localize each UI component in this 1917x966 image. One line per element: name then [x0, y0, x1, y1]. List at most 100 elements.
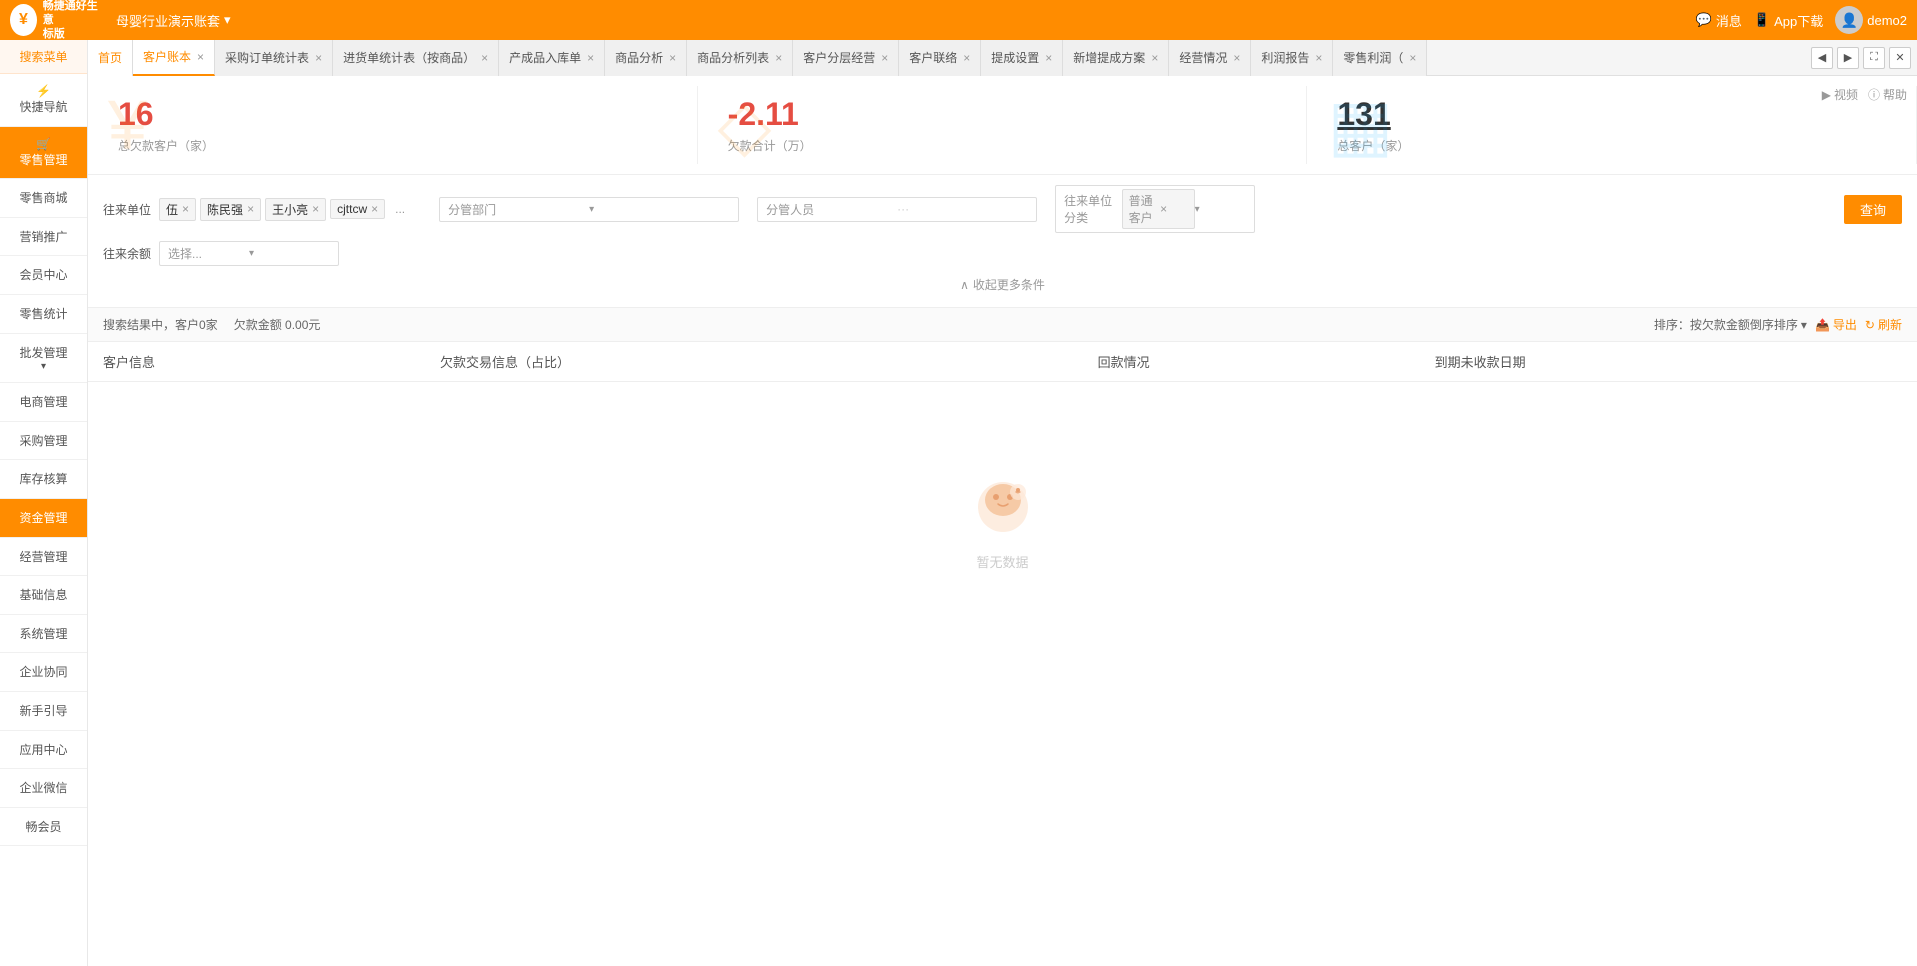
sidebar-item-label: 基础信息 — [19, 588, 67, 604]
sidebar-item-basic-info[interactable]: 基础信息 — [0, 576, 87, 615]
tab-label: 采购订单统计表 — [225, 49, 309, 66]
tab-customer-segment[interactable]: 客户分层经营 × — [793, 40, 899, 76]
help-label: 帮助 — [1883, 86, 1907, 103]
col-repayment: 回款情况 — [1083, 342, 1420, 382]
tab-close-icon[interactable]: × — [1409, 51, 1416, 65]
sidebar-item-system-mgmt[interactable]: 系统管理 — [0, 615, 87, 654]
tab-close-icon[interactable]: × — [669, 51, 676, 65]
app-download-button[interactable]: 📱 App下载 — [1754, 11, 1823, 30]
app-container: ¥ 畅捷通好生意 标版 母婴行业演示账套 ▾ 💬 消息 📱 App下载 — [0, 0, 1917, 966]
unit-tag-cjttcw-remove[interactable]: × — [371, 202, 378, 216]
tab-label: 产成品入库单 — [509, 49, 581, 66]
sidebar-item-label: 新手引导 — [19, 704, 67, 720]
more-tags-button[interactable]: ... — [389, 200, 411, 218]
refresh-button[interactable]: ↻ 刷新 — [1865, 316, 1902, 333]
tab-scroll-right[interactable]: ▶ — [1837, 47, 1859, 69]
sidebar-item-new-guide[interactable]: 新手引导 — [0, 692, 87, 731]
refresh-label: 刷新 — [1878, 316, 1902, 333]
user-menu[interactable]: 👤 demo2 — [1835, 6, 1907, 34]
sidebar-item-purchase[interactable]: 采购管理 — [0, 422, 87, 461]
tab-close-icon[interactable]: × — [1233, 51, 1240, 65]
export-button[interactable]: 📤 导出 — [1815, 316, 1857, 333]
tab-close-icon[interactable]: × — [481, 51, 488, 65]
sidebar-item-marketing[interactable]: 营销推广 — [0, 218, 87, 257]
tab-inbound-stats[interactable]: 进货单统计表（按商品） × — [333, 40, 499, 76]
sidebar-item-label: 采购管理 — [19, 434, 67, 450]
unit-category-select[interactable]: 往来单位分类 普通客户 × ▾ — [1055, 185, 1255, 233]
sort-selector[interactable]: 排序：按欠款金额倒序排序 ▾ — [1654, 316, 1807, 333]
sidebar-item-wholesale-mgmt[interactable]: 批发管理 ▾ — [0, 334, 87, 384]
tab-profit-report[interactable]: 利润报告 × — [1251, 40, 1333, 76]
tab-retail-profit[interactable]: 零售利润（ × — [1333, 40, 1427, 76]
video-help-button[interactable]: ▶ 视频 — [1822, 86, 1858, 103]
tab-product-analysis-list[interactable]: 商品分析列表 × — [687, 40, 793, 76]
sidebar-item-label: 营销推广 — [19, 230, 67, 246]
tab-promotion-settings[interactable]: 提成设置 × — [981, 40, 1063, 76]
search-button[interactable]: 查询 — [1844, 195, 1902, 224]
balance-select[interactable]: 选择... ▾ — [159, 241, 339, 266]
sidebar-item-app-center[interactable]: 应用中心 — [0, 731, 87, 770]
top-bar: ¥ 畅捷通好生意 标版 母婴行业演示账套 ▾ 💬 消息 📱 App下载 — [0, 0, 1917, 40]
tab-customer-accounts[interactable]: 客户账本 × — [133, 40, 215, 76]
tab-close-icon[interactable]: × — [315, 51, 322, 65]
tab-production-inbound[interactable]: 产成品入库单 × — [499, 40, 605, 76]
sidebar-item-quick-nav[interactable]: ⚡ 快捷导航 — [0, 74, 87, 127]
tab-new-promotion[interactable]: 新增提成方案 × — [1063, 40, 1169, 76]
sidebar-item-retail-mall[interactable]: 零售商城 — [0, 179, 87, 218]
sidebar-item-label: 企业微信 — [19, 781, 67, 797]
tab-scroll-left[interactable]: ◀ — [1811, 47, 1833, 69]
unit-category-label: 往来单位分类 — [1064, 192, 1115, 226]
department-select[interactable]: 分管部门 ▾ — [439, 197, 739, 222]
message-button[interactable]: 💬 消息 — [1696, 11, 1742, 30]
balance-select-placeholder: 选择... — [168, 245, 249, 262]
unit-tag-wu-remove[interactable]: × — [182, 202, 189, 216]
tab-product-analysis[interactable]: 商品分析 × — [605, 40, 687, 76]
sidebar-item-ecommerce[interactable]: 电商管理 — [0, 383, 87, 422]
help-button[interactable]: ⓘ 帮助 — [1868, 86, 1907, 103]
sidebar-item-label: 快捷导航 — [19, 100, 67, 116]
sidebar-item-inventory[interactable]: 库存核算 — [0, 460, 87, 499]
tab-close-icon[interactable]: × — [963, 51, 970, 65]
tab-purchase-orders[interactable]: 采购订单统计表 × — [215, 40, 333, 76]
workspace-selector[interactable]: 母婴行业演示账套 ▾ — [108, 7, 243, 34]
tab-close-all[interactable]: ✕ — [1889, 47, 1911, 69]
sidebar-search-label[interactable]: 搜索菜单 — [6, 48, 81, 65]
sidebar-item-label: 电商管理 — [19, 395, 67, 411]
collapse-button[interactable]: ∧ 收起更多条件 — [960, 276, 1045, 293]
tab-close-icon[interactable]: × — [1151, 51, 1158, 65]
workspace-label: 母婴行业演示账套 — [116, 11, 220, 30]
tab-close-icon[interactable]: × — [775, 51, 782, 65]
sidebar-item-operation-mgmt[interactable]: 经营管理 — [0, 538, 87, 577]
tab-close-icon[interactable]: × — [1315, 51, 1322, 65]
unit-tag-chen-remove[interactable]: × — [247, 202, 254, 216]
sort-arrow-icon: ▾ — [1801, 318, 1807, 332]
sidebar-item-capital-mgmt[interactable]: 资金管理 — [0, 499, 87, 538]
unit-category-tag-remove[interactable]: × — [1160, 202, 1188, 216]
expand-icon: ▾ — [41, 361, 46, 372]
message-label: 消息 — [1716, 11, 1742, 30]
tab-label: 经营情况 — [1179, 49, 1227, 66]
tab-close-icon[interactable]: × — [197, 50, 204, 64]
unit-tag-wang-remove[interactable]: × — [312, 202, 319, 216]
tab-close-icon[interactable]: × — [587, 51, 594, 65]
tab-close-icon[interactable]: × — [881, 51, 888, 65]
video-label: 视频 — [1834, 86, 1858, 103]
sidebar-item-member-center[interactable]: 会员中心 — [0, 256, 87, 295]
department-select-arrow: ▾ — [589, 204, 730, 215]
sidebar-item-enterprise-collab[interactable]: 企业协同 — [0, 653, 87, 692]
sidebar-item-enterprise-wechat[interactable]: 企业微信 — [0, 769, 87, 808]
logo-icon: ¥ — [10, 4, 37, 36]
sidebar-item-retail-stats[interactable]: 零售统计 — [0, 295, 87, 334]
tab-home[interactable]: 首页 — [88, 40, 133, 76]
user-label: demo2 — [1867, 13, 1907, 28]
tab-operation-status[interactable]: 经营情况 × — [1169, 40, 1251, 76]
sidebar-item-retail-mgmt[interactable]: 🛒 零售管理 — [0, 127, 87, 180]
tab-label: 商品分析列表 — [697, 49, 769, 66]
tab-close-icon[interactable]: × — [1045, 51, 1052, 65]
tab-fullscreen[interactable]: ⛶ — [1863, 47, 1885, 69]
tab-customer-contact[interactable]: 客户联络 × — [899, 40, 981, 76]
sidebar-search[interactable]: 搜索菜单 — [0, 40, 87, 74]
unit-filter-label: 往来单位 — [103, 201, 151, 218]
staff-select[interactable]: 分管人员 ··· — [757, 197, 1037, 222]
sidebar-item-vip[interactable]: 畅会员 — [0, 808, 87, 847]
